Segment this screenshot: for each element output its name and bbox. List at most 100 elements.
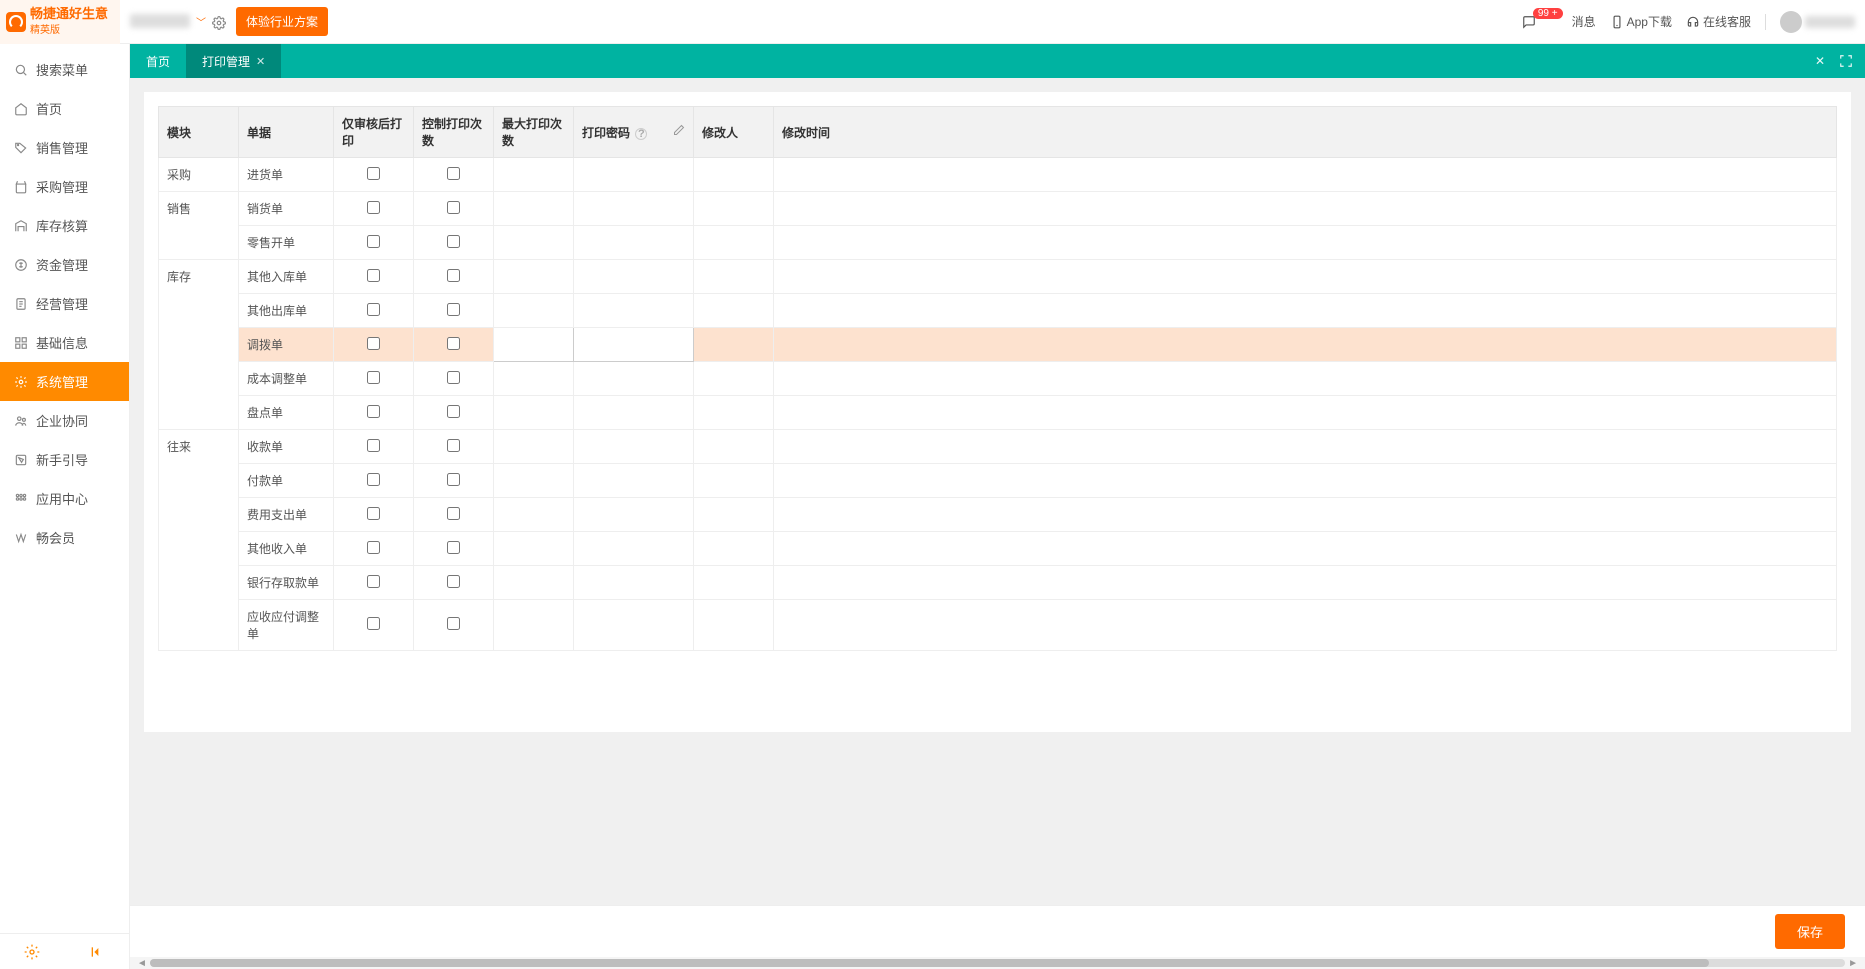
- sidebar-item-label: 企业协同: [36, 411, 88, 430]
- checkbox-audit[interactable]: [367, 201, 380, 214]
- cell-max: [494, 532, 574, 566]
- cell-limit: [414, 226, 494, 260]
- checkbox-audit[interactable]: [367, 337, 380, 350]
- checkbox-limit[interactable]: [447, 473, 460, 486]
- cell-audit: [334, 328, 414, 362]
- sidebar-item-9[interactable]: 企业协同: [0, 401, 129, 440]
- save-button[interactable]: 保存: [1775, 914, 1845, 949]
- sidebar-item-8[interactable]: 系统管理: [0, 362, 129, 401]
- industry-plan-button[interactable]: 体验行业方案: [236, 7, 328, 36]
- checkbox-limit[interactable]: [447, 269, 460, 282]
- edit-column-icon[interactable]: [673, 124, 685, 136]
- tab-close-all-icon[interactable]: ✕: [1815, 54, 1825, 68]
- th-mtime: 修改时间: [774, 107, 1837, 158]
- help-icon[interactable]: ?: [635, 128, 647, 140]
- cell-module: 采购: [159, 158, 239, 192]
- checkbox-audit[interactable]: [367, 167, 380, 180]
- checkbox-limit[interactable]: [447, 439, 460, 452]
- sidebar-item-12[interactable]: 畅会员: [0, 518, 129, 557]
- cell-limit: [414, 294, 494, 328]
- cell-mtime: [774, 328, 1837, 362]
- checkbox-audit[interactable]: [367, 371, 380, 384]
- cell-pwd: [574, 430, 694, 464]
- headset-icon: [1686, 15, 1700, 29]
- cell-doc: 销货单: [239, 192, 334, 226]
- checkbox-audit[interactable]: [367, 303, 380, 316]
- checkbox-audit[interactable]: [367, 439, 380, 452]
- cs-label: 在线客服: [1703, 13, 1751, 30]
- fullscreen-icon[interactable]: [1839, 54, 1853, 68]
- scroll-thumb[interactable]: [150, 959, 1710, 967]
- sidebar-item-11[interactable]: 应用中心: [0, 479, 129, 518]
- sidebar-item-2[interactable]: 销售管理: [0, 128, 129, 167]
- table-row: 库存其他入库单: [159, 260, 1837, 294]
- checkbox-limit[interactable]: [447, 235, 460, 248]
- cell-mtime: [774, 192, 1837, 226]
- customer-service-button[interactable]: 在线客服: [1686, 13, 1751, 30]
- sidebar-item-label: 系统管理: [36, 372, 88, 391]
- cell-modifier: [694, 294, 774, 328]
- gear-icon[interactable]: [212, 13, 226, 29]
- checkbox-limit[interactable]: [447, 371, 460, 384]
- scroll-left-icon[interactable]: ◄: [134, 958, 150, 969]
- cell-pwd-input[interactable]: [574, 328, 694, 362]
- collapse-icon[interactable]: [89, 944, 105, 960]
- sidebar-item-7[interactable]: 基础信息: [0, 323, 129, 362]
- cell-audit: [334, 158, 414, 192]
- checkbox-audit[interactable]: [367, 405, 380, 418]
- close-icon[interactable]: ✕: [256, 55, 265, 68]
- main-area: 首页 打印管理 ✕ ✕: [130, 44, 1865, 969]
- scroll-track[interactable]: [150, 959, 1845, 967]
- settings-icon[interactable]: [24, 944, 40, 960]
- messages-button[interactable]: 99 + 消息: [1522, 13, 1596, 30]
- org-selector[interactable]: ﹀: [130, 13, 226, 29]
- checkbox-limit[interactable]: [447, 201, 460, 214]
- cell-mtime: [774, 362, 1837, 396]
- sidebar: 搜索菜单首页销售管理采购管理库存核算资金管理经营管理基础信息系统管理企业协同新手…: [0, 44, 130, 969]
- app-download-button[interactable]: App下载: [1610, 13, 1672, 30]
- checkbox-audit[interactable]: [367, 235, 380, 248]
- cell-modifier: [694, 532, 774, 566]
- checkbox-audit[interactable]: [367, 575, 380, 588]
- checkbox-limit[interactable]: [447, 337, 460, 350]
- content: 模块 单据 仅审核后打印 控制打印次数 最大打印次数 打印密码 ?: [130, 78, 1865, 893]
- checkbox-limit[interactable]: [447, 167, 460, 180]
- scroll-right-icon[interactable]: ►: [1845, 958, 1861, 969]
- sidebar-item-label: 销售管理: [36, 138, 88, 157]
- sidebar-item-3[interactable]: 采购管理: [0, 167, 129, 206]
- checkbox-limit[interactable]: [447, 303, 460, 316]
- checkbox-audit[interactable]: [367, 269, 380, 282]
- sidebar-item-0[interactable]: 搜索菜单: [0, 50, 129, 89]
- tab-home[interactable]: 首页: [130, 44, 186, 78]
- checkbox-limit[interactable]: [447, 405, 460, 418]
- cell-module: 往来: [159, 430, 239, 651]
- cell-audit: [334, 260, 414, 294]
- cell-max: [494, 226, 574, 260]
- sidebar-item-4[interactable]: 库存核算: [0, 206, 129, 245]
- cell-limit: [414, 396, 494, 430]
- cell-doc: 其他收入单: [239, 532, 334, 566]
- cell-pwd: [574, 260, 694, 294]
- checkbox-audit[interactable]: [367, 541, 380, 554]
- checkbox-limit[interactable]: [447, 575, 460, 588]
- checkbox-audit[interactable]: [367, 617, 380, 630]
- checkbox-limit[interactable]: [447, 507, 460, 520]
- cell-mtime: [774, 464, 1837, 498]
- cell-max-input[interactable]: [494, 328, 574, 362]
- sidebar-item-5[interactable]: 资金管理: [0, 245, 129, 284]
- checkbox-audit[interactable]: [367, 473, 380, 486]
- checkbox-limit[interactable]: [447, 617, 460, 630]
- cell-limit: [414, 498, 494, 532]
- user-menu[interactable]: [1780, 11, 1855, 33]
- sidebar-item-1[interactable]: 首页: [0, 89, 129, 128]
- checkbox-limit[interactable]: [447, 541, 460, 554]
- cell-audit: [334, 532, 414, 566]
- checkbox-audit[interactable]: [367, 507, 380, 520]
- search-icon: [14, 62, 28, 78]
- horizontal-scrollbar[interactable]: ◄ ►: [130, 957, 1865, 969]
- tab-print-management[interactable]: 打印管理 ✕: [186, 44, 281, 78]
- table-header-row: 模块 单据 仅审核后打印 控制打印次数 最大打印次数 打印密码 ?: [159, 107, 1837, 158]
- sidebar-item-10[interactable]: 新手引导: [0, 440, 129, 479]
- sidebar-item-6[interactable]: 经营管理: [0, 284, 129, 323]
- cell-pwd: [574, 396, 694, 430]
